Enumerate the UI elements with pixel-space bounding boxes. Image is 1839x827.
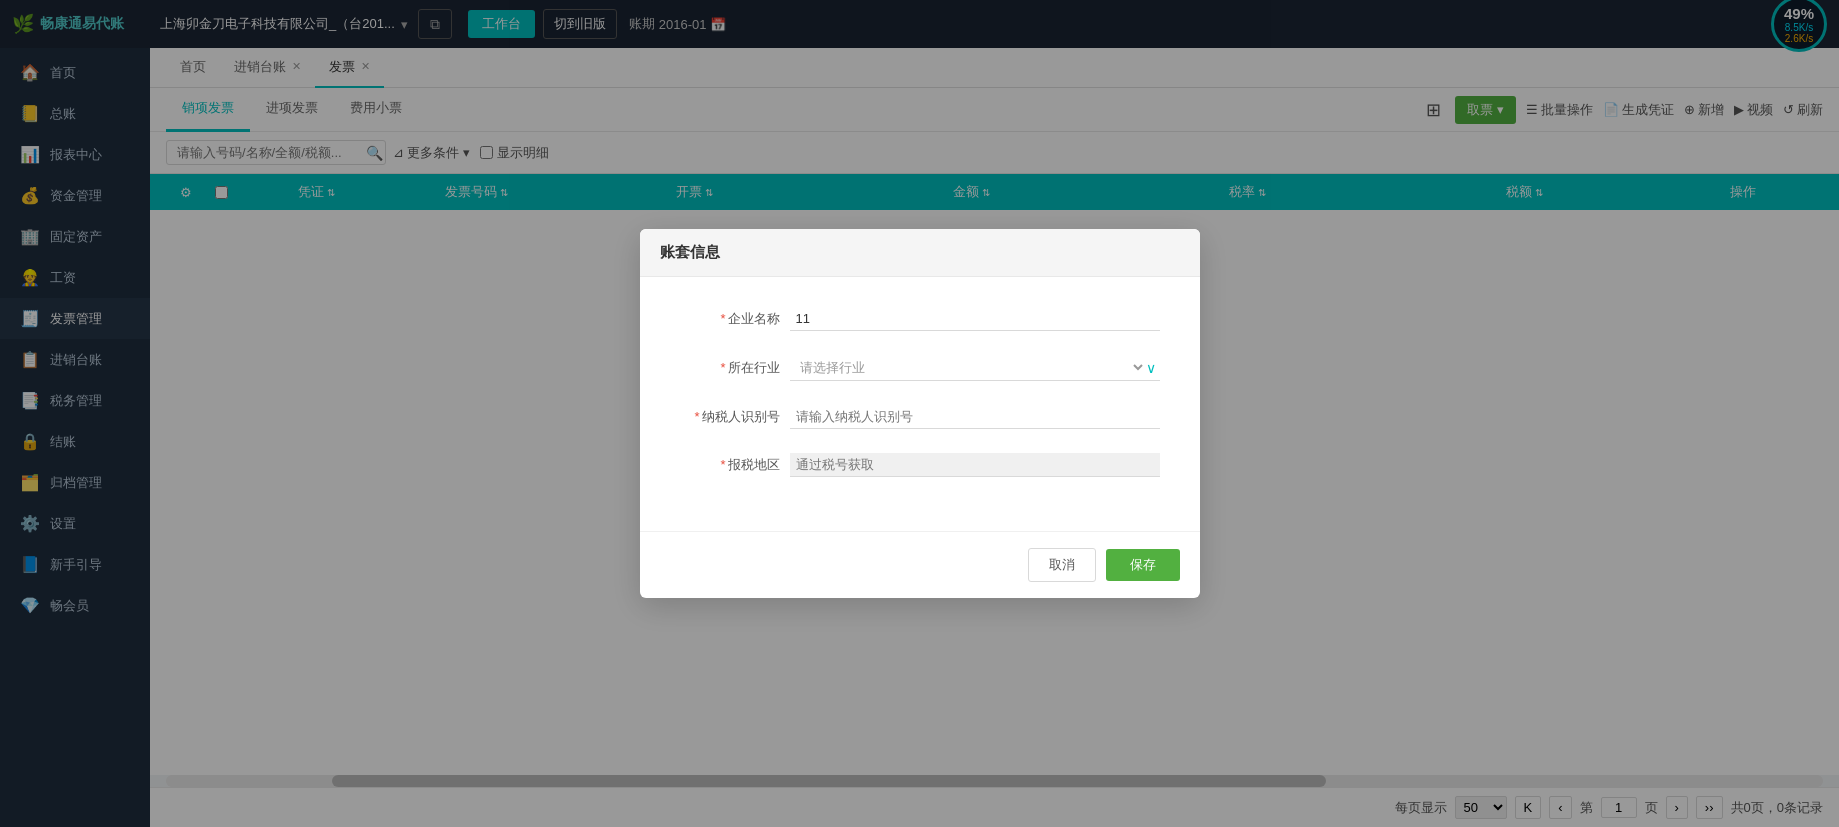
label-company: *企业名称	[680, 310, 790, 328]
required-star-4: *	[720, 457, 725, 472]
form-row-company: *企业名称	[680, 307, 1160, 331]
select-arrow-icon: ∨	[1146, 360, 1156, 376]
form-row-taxid: *纳税人识别号	[680, 405, 1160, 429]
cancel-button[interactable]: 取消	[1028, 548, 1096, 582]
label-industry: *所在行业	[680, 359, 790, 377]
form-row-industry: *所在行业 请选择行业 ∨	[680, 355, 1160, 381]
required-star-2: *	[720, 360, 725, 375]
save-button[interactable]: 保存	[1106, 549, 1180, 581]
input-taxid[interactable]	[790, 405, 1160, 429]
modal-overlay: 账套信息 *企业名称 *所在行业 请选择行业 ∨	[0, 0, 1839, 827]
modal-footer: 取消 保存	[640, 531, 1200, 598]
industry-select-wrapper[interactable]: 请选择行业 ∨	[790, 355, 1160, 381]
form-row-tax-region: *报税地区	[680, 453, 1160, 477]
required-star-3: *	[694, 409, 699, 424]
modal-title: 账套信息	[640, 229, 1200, 277]
account-info-modal: 账套信息 *企业名称 *所在行业 请选择行业 ∨	[640, 229, 1200, 598]
label-taxid: *纳税人识别号	[680, 408, 790, 426]
label-tax-region: *报税地区	[680, 456, 790, 474]
modal-body: *企业名称 *所在行业 请选择行业 ∨ *纳税人识别号	[640, 277, 1200, 531]
input-tax-region	[790, 453, 1160, 477]
required-star: *	[720, 311, 725, 326]
industry-select[interactable]: 请选择行业	[790, 355, 1146, 380]
input-company-name[interactable]	[790, 307, 1160, 331]
